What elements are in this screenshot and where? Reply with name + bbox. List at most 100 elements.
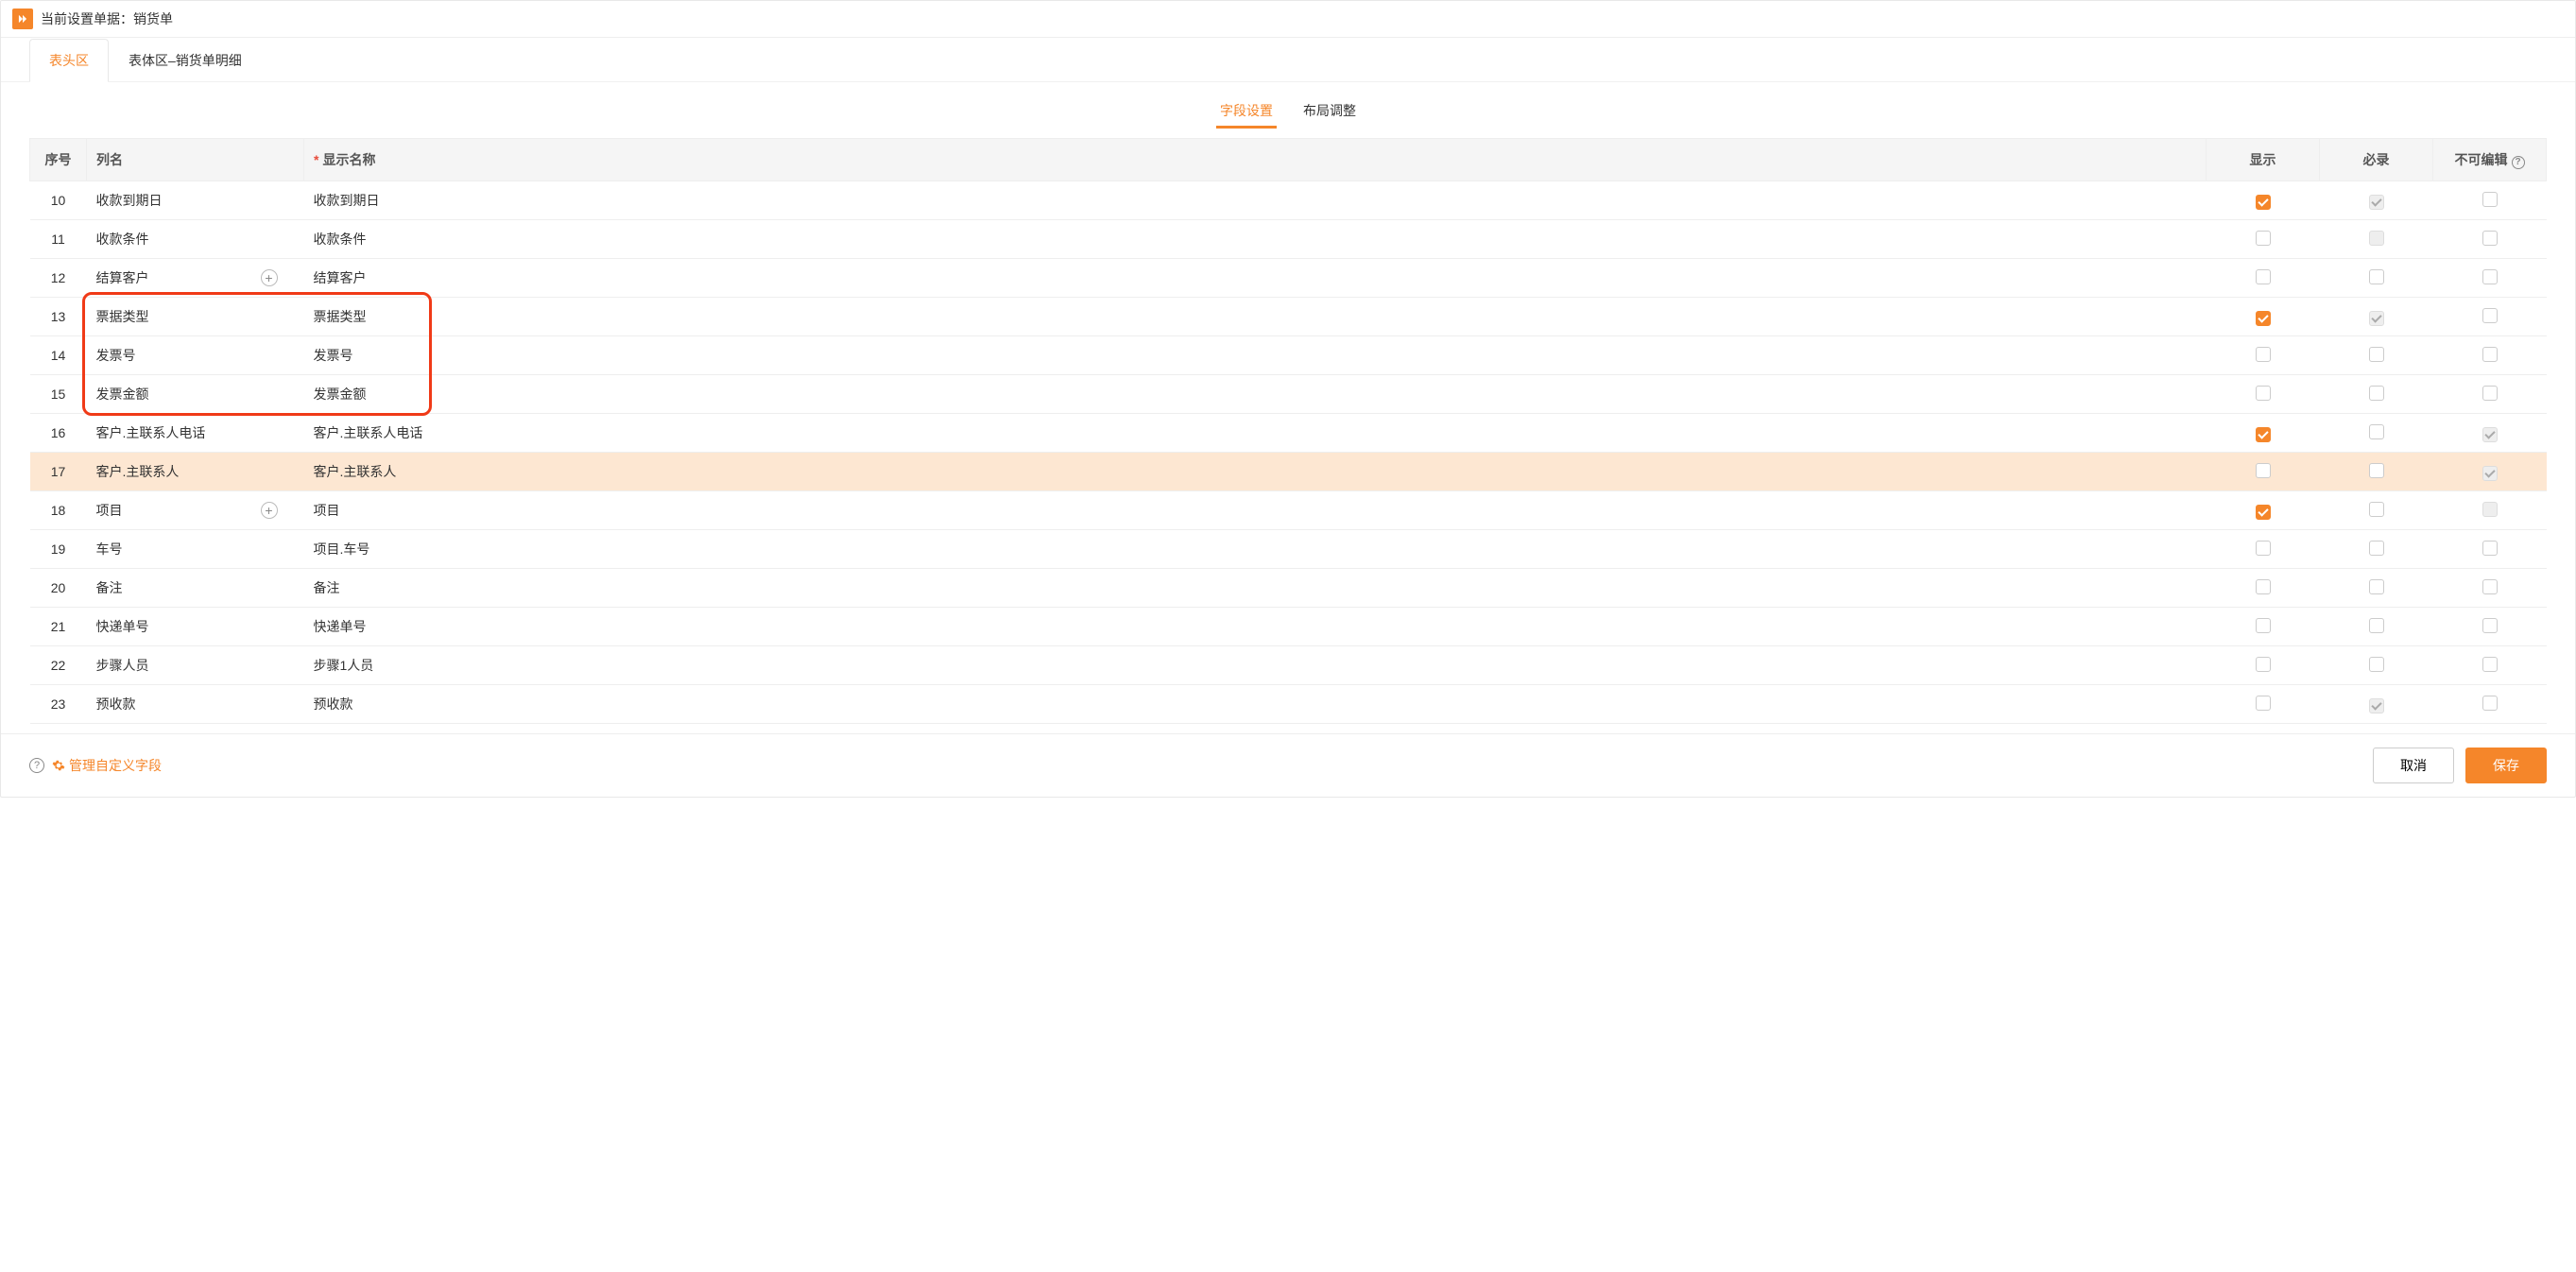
seq-cell: 13 <box>30 298 87 336</box>
required-checkbox[interactable] <box>2369 541 2384 556</box>
show-checkbox[interactable] <box>2256 696 2271 711</box>
readonly-checkbox[interactable] <box>2482 347 2498 362</box>
required-checkbox <box>2369 231 2384 246</box>
readonly-cell <box>2433 569 2547 608</box>
table-row[interactable]: 13 票据类型 票据类型 <box>30 298 2547 336</box>
table-row[interactable]: 20备注备注 <box>30 569 2547 608</box>
readonly-checkbox[interactable] <box>2482 657 2498 672</box>
required-checkbox[interactable] <box>2369 463 2384 478</box>
display-name-cell[interactable]: 客户.主联系人 <box>304 453 2207 491</box>
show-cell <box>2207 414 2320 453</box>
col-display-header: *显示名称 <box>304 139 2207 181</box>
table-row[interactable]: 18项目+项目 <box>30 491 2547 530</box>
readonly-checkbox[interactable] <box>2482 618 2498 633</box>
show-checkbox[interactable] <box>2256 427 2271 442</box>
required-checkbox[interactable] <box>2369 269 2384 284</box>
display-name-cell[interactable]: 结算客户 <box>304 259 2207 298</box>
required-cell <box>2320 259 2433 298</box>
show-cell <box>2207 375 2320 414</box>
display-name-cell[interactable]: 项目.车号 <box>304 530 2207 569</box>
required-checkbox[interactable] <box>2369 618 2384 633</box>
readonly-checkbox[interactable] <box>2482 386 2498 401</box>
show-checkbox[interactable] <box>2256 386 2271 401</box>
readonly-checkbox[interactable] <box>2482 192 2498 207</box>
display-name-cell[interactable]: 步骤1人员 <box>304 646 2207 685</box>
cancel-button[interactable]: 取消 <box>2373 748 2454 783</box>
table-row[interactable]: 16客户.主联系人电话客户.主联系人电话 <box>30 414 2547 453</box>
manage-custom-fields-link[interactable]: 管理自定义字段 <box>52 756 162 775</box>
expand-plus-button[interactable]: + <box>261 502 278 519</box>
display-name-cell[interactable]: 发票号 <box>304 336 2207 375</box>
seq-cell: 23 <box>30 685 87 724</box>
expand-plus-button[interactable]: + <box>261 269 278 286</box>
subtab-field-settings[interactable]: 字段设置 <box>1216 95 1277 129</box>
table-row[interactable]: 22步骤人员步骤1人员 <box>30 646 2547 685</box>
collapse-toggle[interactable] <box>12 9 33 29</box>
show-checkbox[interactable] <box>2256 195 2271 210</box>
column-name-label: 票据类型 <box>96 307 149 326</box>
show-checkbox[interactable] <box>2256 618 2271 633</box>
settings-panel: 当前设置单据：销货单 表头区 表体区–销货单明细 字段设置 布局调整 序号 列名… <box>0 0 2576 798</box>
required-cell <box>2320 220 2433 259</box>
show-checkbox[interactable] <box>2256 579 2271 594</box>
show-cell <box>2207 298 2320 336</box>
readonly-checkbox[interactable] <box>2482 269 2498 284</box>
table-row[interactable]: 17客户.主联系人客户.主联系人 <box>30 453 2547 491</box>
seq-cell: 10 <box>30 181 87 220</box>
table-row[interactable]: 10收款到期日收款到期日 <box>30 181 2547 220</box>
save-button[interactable]: 保存 <box>2465 748 2547 783</box>
table-row[interactable]: 11收款条件收款条件 <box>30 220 2547 259</box>
show-checkbox[interactable] <box>2256 311 2271 326</box>
table-row[interactable]: 12结算客户+结算客户 <box>30 259 2547 298</box>
show-cell <box>2207 608 2320 646</box>
show-checkbox[interactable] <box>2256 269 2271 284</box>
display-name-cell[interactable]: 备注 <box>304 569 2207 608</box>
required-checkbox[interactable] <box>2369 502 2384 517</box>
show-cell <box>2207 220 2320 259</box>
show-checkbox[interactable] <box>2256 657 2271 672</box>
readonly-cell <box>2433 530 2547 569</box>
show-checkbox[interactable] <box>2256 347 2271 362</box>
readonly-checkbox[interactable] <box>2482 579 2498 594</box>
help-icon[interactable]: ? <box>29 758 44 773</box>
seq-cell: 11 <box>30 220 87 259</box>
display-name-cell[interactable]: 客户.主联系人电话 <box>304 414 2207 453</box>
readonly-checkbox[interactable] <box>2482 308 2498 323</box>
show-checkbox[interactable] <box>2256 541 2271 556</box>
show-cell <box>2207 646 2320 685</box>
show-checkbox[interactable] <box>2256 231 2271 246</box>
seq-cell: 19 <box>30 530 87 569</box>
display-name-cell[interactable]: 预收款 <box>304 685 2207 724</box>
table-row[interactable]: 21快递单号快递单号 <box>30 608 2547 646</box>
column-name-label: 发票金额 <box>96 385 149 404</box>
display-name-cell[interactable]: 收款到期日 <box>304 181 2207 220</box>
table-row[interactable]: 23预收款预收款 <box>30 685 2547 724</box>
show-checkbox[interactable] <box>2256 505 2271 520</box>
required-checkbox[interactable] <box>2369 386 2384 401</box>
required-checkbox[interactable] <box>2369 579 2384 594</box>
display-name-cell[interactable]: 发票金额 <box>304 375 2207 414</box>
required-checkbox <box>2369 311 2384 326</box>
table-row[interactable]: 19车号项目.车号 <box>30 530 2547 569</box>
show-checkbox[interactable] <box>2256 463 2271 478</box>
table-row[interactable]: 15发票金额发票金额 <box>30 375 2547 414</box>
tab-header-area[interactable]: 表头区 <box>29 39 109 82</box>
display-name-cell[interactable]: 票据类型 <box>304 298 2207 336</box>
readonly-checkbox[interactable] <box>2482 541 2498 556</box>
readonly-checkbox[interactable] <box>2482 696 2498 711</box>
required-checkbox[interactable] <box>2369 424 2384 439</box>
show-cell <box>2207 453 2320 491</box>
tab-body-area[interactable]: 表体区–销货单明细 <box>109 39 262 82</box>
required-checkbox[interactable] <box>2369 657 2384 672</box>
name-cell: 票据类型 <box>87 298 304 336</box>
required-checkbox[interactable] <box>2369 347 2384 362</box>
display-name-cell[interactable]: 项目 <box>304 491 2207 530</box>
help-icon[interactable]: ? <box>2512 156 2525 169</box>
readonly-checkbox[interactable] <box>2482 231 2498 246</box>
subtab-layout-adjust[interactable]: 布局调整 <box>1299 95 1360 129</box>
display-name-cell[interactable]: 收款条件 <box>304 220 2207 259</box>
required-cell <box>2320 453 2433 491</box>
table-header-row: 序号 列名 *显示名称 显示 必录 不可编辑? <box>30 139 2547 181</box>
display-name-cell[interactable]: 快递单号 <box>304 608 2207 646</box>
table-row[interactable]: 14发票号发票号 <box>30 336 2547 375</box>
